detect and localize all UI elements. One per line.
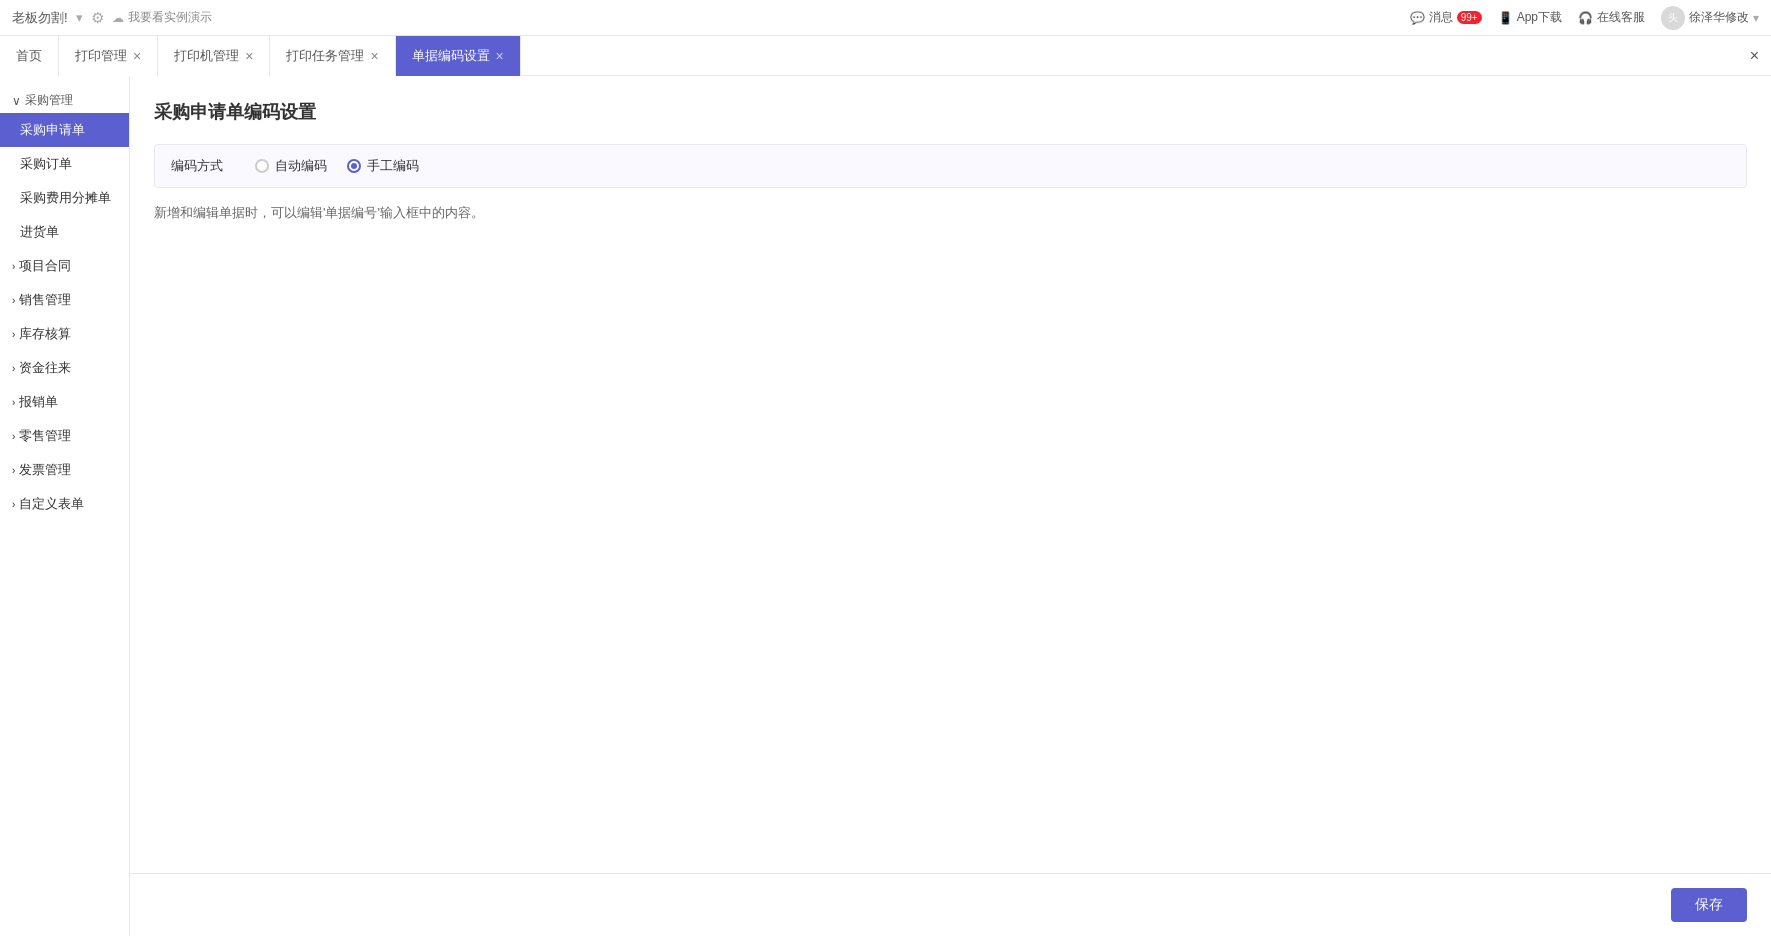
manual-encoding-label: 手工编码 [367, 157, 419, 175]
sidebar-group-sales-label: 销售管理 [19, 291, 71, 309]
message-icon: 💬 [1410, 11, 1425, 25]
tab-printer-mgmt-label: 打印机管理 [174, 47, 239, 65]
user-dropdown-icon: ▾ [1753, 11, 1759, 25]
content-footer: 保存 [130, 873, 1771, 936]
sidebar-item-purchase-request[interactable]: 采购申请单 [0, 113, 129, 147]
app-download-label: App下载 [1517, 9, 1562, 26]
chevron-down-icon: ∨ [12, 94, 21, 108]
cloud-icon: ☁ [112, 11, 124, 25]
sidebar-group-returns[interactable]: › 报销单 [0, 385, 129, 419]
tab-home-label: 首页 [16, 47, 42, 65]
content-area: 采购申请单编码设置 编码方式 自动编码 手工编码 [130, 76, 1771, 936]
app-title: 老板勿割! [12, 9, 68, 27]
chevron-right-icon-5: › [12, 397, 15, 408]
sidebar-group-inventory[interactable]: › 库存核算 [0, 317, 129, 351]
auto-encoding-label: 自动编码 [275, 157, 327, 175]
online-service-label: 在线客服 [1597, 9, 1645, 26]
chevron-right-icon-8: › [12, 499, 15, 510]
radio-auto-encoding[interactable]: 自动编码 [255, 157, 327, 175]
chevron-right-icon-2: › [12, 295, 15, 306]
tab-barcode-settings-label: 单据编码设置 [412, 47, 490, 65]
sidebar-group-custom-forms-label: 自定义表单 [19, 495, 84, 513]
sidebar-item-inbound[interactable]: 进货单 [0, 215, 129, 249]
tab-print-mgmt-close[interactable]: × [133, 49, 141, 63]
tab-bar-close-btn[interactable]: × [1738, 47, 1771, 65]
tab-barcode-settings[interactable]: 单据编码设置 × [396, 36, 521, 76]
sidebar-group-purchase-mgmt[interactable]: ∨ 采购管理 [0, 84, 129, 113]
sidebar: ∨ 采购管理 采购申请单 采购订单 采购费用分摊单 进货单 › 项目合同 › 销… [0, 76, 130, 936]
sidebar-item-purchase-expense[interactable]: 采购费用分摊单 [0, 181, 129, 215]
tab-print-mgmt-label: 打印管理 [75, 47, 127, 65]
message-badge: 99+ [1457, 11, 1482, 24]
sidebar-item-purchase-order-label: 采购订单 [20, 156, 72, 171]
chevron-right-icon-6: › [12, 431, 15, 442]
tab-barcode-settings-close[interactable]: × [496, 49, 504, 63]
sidebar-group-sales-mgmt[interactable]: › 销售管理 [0, 283, 129, 317]
sidebar-group-invoice-label: 发票管理 [19, 461, 71, 479]
sidebar-item-purchase-order[interactable]: 采购订单 [0, 147, 129, 181]
message-btn[interactable]: 💬 消息 99+ [1410, 9, 1482, 26]
tab-printer-mgmt-close[interactable]: × [245, 49, 253, 63]
radio-manual-encoding[interactable]: 手工编码 [347, 157, 419, 175]
app-download-btn[interactable]: 📱 App下载 [1498, 9, 1562, 26]
tab-bar: 首页 打印管理 × 打印机管理 × 打印任务管理 × 单据编码设置 × × [0, 36, 1771, 76]
demo-link[interactable]: ☁ 我要看实例演示 [112, 9, 212, 26]
encoding-label: 编码方式 [171, 157, 223, 175]
chevron-right-icon: › [12, 261, 15, 272]
page-title: 采购申请单编码设置 [154, 100, 1747, 124]
top-bar-left: 老板勿割! ▾ ⚙ ☁ 我要看实例演示 [12, 9, 212, 27]
sidebar-group-funds[interactable]: › 资金往来 [0, 351, 129, 385]
dropdown-icon[interactable]: ▾ [76, 10, 83, 25]
sidebar-group-purchase-label: 采购管理 [25, 92, 73, 109]
sidebar-group-retail-label: 零售管理 [19, 427, 71, 445]
avatar: 头 [1661, 6, 1685, 30]
radio-manual-dot [351, 163, 357, 169]
sidebar-item-purchase-request-label: 采购申请单 [20, 122, 85, 137]
hint-text: 新增和编辑单据时，可以编辑'单据编号'输入框中的内容。 [154, 204, 1747, 222]
sidebar-group-retail-mgmt[interactable]: › 零售管理 [0, 419, 129, 453]
save-button[interactable]: 保存 [1671, 888, 1747, 922]
headset-icon: 🎧 [1578, 11, 1593, 25]
sidebar-group-invoice-mgmt[interactable]: › 发票管理 [0, 453, 129, 487]
online-service-btn[interactable]: 🎧 在线客服 [1578, 9, 1645, 26]
sidebar-group-inventory-label: 库存核算 [19, 325, 71, 343]
sidebar-group-project-contract-label: 项目合同 [19, 257, 71, 275]
encoding-section: 编码方式 自动编码 手工编码 [154, 144, 1747, 188]
user-name: 徐泽华修改 [1689, 9, 1749, 26]
radio-manual-circle [347, 159, 361, 173]
chevron-right-icon-4: › [12, 363, 15, 374]
phone-icon: 📱 [1498, 11, 1513, 25]
sidebar-item-purchase-expense-label: 采购费用分摊单 [20, 190, 111, 205]
message-label: 消息 [1429, 9, 1453, 26]
main-layout: ∨ 采购管理 采购申请单 采购订单 采购费用分摊单 进货单 › 项目合同 › 销… [0, 76, 1771, 936]
tab-print-task-mgmt[interactable]: 打印任务管理 × [270, 36, 395, 76]
user-avatar-btn[interactable]: 头 徐泽华修改 ▾ [1661, 6, 1759, 30]
chevron-right-icon-7: › [12, 465, 15, 476]
settings-icon[interactable]: ⚙ [91, 9, 104, 27]
tab-printer-mgmt[interactable]: 打印机管理 × [158, 36, 270, 76]
radio-group-encoding: 自动编码 手工编码 [255, 157, 419, 175]
tab-print-mgmt[interactable]: 打印管理 × [59, 36, 158, 76]
sidebar-group-project-contract[interactable]: › 项目合同 [0, 249, 129, 283]
sidebar-group-custom-forms[interactable]: › 自定义表单 [0, 487, 129, 521]
tab-home[interactable]: 首页 [0, 36, 59, 76]
sidebar-item-inbound-label: 进货单 [20, 224, 59, 239]
demo-text: 我要看实例演示 [128, 9, 212, 26]
tab-print-task-mgmt-close[interactable]: × [370, 49, 378, 63]
radio-auto-circle [255, 159, 269, 173]
top-bar: 老板勿割! ▾ ⚙ ☁ 我要看实例演示 💬 消息 99+ 📱 App下载 🎧 在… [0, 0, 1771, 36]
content-inner: 采购申请单编码设置 编码方式 自动编码 手工编码 [130, 76, 1771, 873]
chevron-right-icon-3: › [12, 329, 15, 340]
sidebar-group-funds-label: 资金往来 [19, 359, 71, 377]
tab-print-task-mgmt-label: 打印任务管理 [286, 47, 364, 65]
sidebar-group-returns-label: 报销单 [19, 393, 58, 411]
top-bar-right: 💬 消息 99+ 📱 App下载 🎧 在线客服 头 徐泽华修改 ▾ [1410, 6, 1759, 30]
